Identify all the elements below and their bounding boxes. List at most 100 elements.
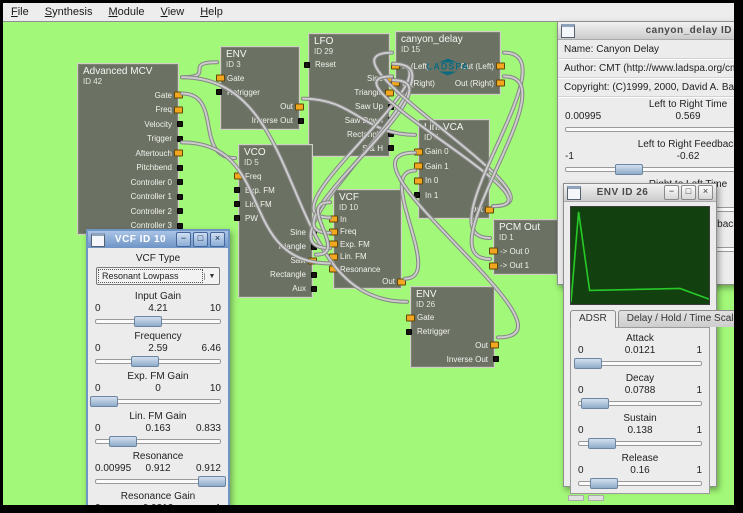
slider-track[interactable]	[578, 437, 702, 449]
slider-thumb[interactable]	[109, 436, 137, 447]
port-out[interactable]: Pitchbend	[78, 162, 178, 174]
connected-jack-icon[interactable]	[414, 177, 423, 184]
port-socket-icon[interactable]	[177, 208, 183, 214]
tab-delay-hold-time-scale[interactable]: Delay / Hold / Time Scale	[618, 310, 734, 327]
port-out[interactable]: Out (Right)	[448, 77, 500, 89]
dialog-env-26[interactable]: ENV ID 26 −□× ADSRDelay / Hold / Time Sc…	[563, 183, 717, 487]
chevron-down-icon[interactable]: ▼	[204, 273, 219, 280]
port-in[interactable]: In 1	[419, 189, 489, 201]
connected-jack-icon[interactable]	[485, 206, 494, 213]
slider-track[interactable]	[578, 477, 702, 489]
port-in[interactable]: Freq	[334, 226, 401, 238]
port-socket-icon[interactable]	[406, 329, 412, 335]
port-out[interactable]: Saw	[239, 255, 312, 267]
connected-jack-icon[interactable]	[329, 228, 338, 235]
connected-jack-icon[interactable]	[295, 103, 304, 110]
port-out[interactable]: Trigger	[78, 133, 178, 145]
port-out[interactable]: Out	[419, 204, 489, 216]
module-env26[interactable]: ENVID 26GateRetriggerOutInverse Out	[410, 286, 495, 368]
port-in[interactable]: In (Right)	[396, 77, 448, 89]
port-out[interactable]: Aftertouch	[78, 147, 178, 159]
slider-thumb[interactable]	[615, 164, 643, 175]
port-in[interactable]: PW	[239, 212, 312, 224]
port-socket-icon[interactable]	[177, 179, 183, 185]
port-in[interactable]: In	[334, 213, 401, 225]
menu-item-synthesis[interactable]: Synthesis	[37, 5, 101, 19]
port-socket-icon[interactable]	[311, 244, 317, 250]
connected-jack-icon[interactable]	[397, 278, 406, 285]
vcf-title-bar[interactable]: VCF ID 10 −□×	[88, 231, 228, 248]
port-in[interactable]: Retrigger	[411, 326, 494, 338]
port-socket-icon[interactable]	[388, 117, 394, 123]
connected-jack-icon[interactable]	[385, 89, 394, 96]
connected-jack-icon[interactable]	[496, 63, 505, 70]
port-socket-icon[interactable]	[177, 165, 183, 171]
vcf-type-combobox[interactable]: Resonant Lowpass ▼	[96, 267, 220, 285]
port-socket-icon[interactable]	[177, 223, 183, 229]
env-title-bar[interactable]: ENV ID 26 −□×	[564, 184, 716, 202]
slider-track[interactable]	[565, 163, 734, 175]
port-out[interactable]: Controller 1	[78, 191, 178, 203]
port-out[interactable]: Sine	[309, 73, 389, 85]
minimize-button[interactable]: −	[176, 232, 191, 247]
port-out[interactable]: Rectangle	[309, 128, 389, 140]
port-out[interactable]: Controller 0	[78, 176, 178, 188]
port-socket-icon[interactable]	[414, 192, 420, 198]
close-button[interactable]: ×	[210, 232, 225, 247]
module-vcf[interactable]: VCFID 10InFreqExp. FMLin. FMResonanceOut	[333, 189, 402, 289]
tab-adsr[interactable]: ADSR	[570, 310, 616, 328]
resize-grip[interactable]	[568, 495, 584, 501]
port-out[interactable]: Saw Down	[309, 114, 389, 126]
port-socket-icon[interactable]	[304, 62, 310, 68]
menu-item-module[interactable]: Module	[100, 5, 152, 19]
slider-thumb[interactable]	[134, 316, 162, 327]
minimize-button[interactable]: −	[664, 185, 679, 200]
port-out[interactable]: Inverse Out	[221, 115, 299, 127]
port-socket-icon[interactable]	[298, 118, 304, 124]
slider-track[interactable]	[95, 315, 221, 327]
port-out[interactable]: Freq	[78, 104, 178, 116]
maximize-button[interactable]: □	[681, 185, 696, 200]
menu-item-view[interactable]: View	[153, 5, 193, 19]
menu-item-help[interactable]: Help	[192, 5, 231, 19]
module-mcv[interactable]: Advanced MCVID 42GateFreqVelocityTrigger…	[77, 63, 179, 235]
port-in[interactable]: Reset	[309, 59, 389, 71]
port-out[interactable]: Triangle	[239, 241, 312, 253]
module-lfo[interactable]: LFOID 29ResetSineTriangleSaw UpSaw DownR…	[308, 33, 390, 157]
connected-jack-icon[interactable]	[329, 266, 338, 273]
module-env3[interactable]: ENVID 3GateRetriggerOutInverse Out	[220, 46, 300, 130]
connected-jack-icon[interactable]	[174, 106, 183, 113]
slider-track[interactable]	[95, 435, 221, 447]
dialog-vcf-10[interactable]: VCF ID 10 −□× VCF Type Resonant Lowpass …	[86, 229, 230, 505]
port-in[interactable]: Retrigger	[221, 86, 299, 98]
port-out[interactable]: Rectangle	[239, 269, 312, 281]
connected-jack-icon[interactable]	[490, 342, 499, 349]
connected-jack-icon[interactable]	[308, 257, 317, 264]
port-socket-icon[interactable]	[311, 286, 317, 292]
connected-jack-icon[interactable]	[329, 241, 338, 248]
close-button[interactable]: ×	[698, 185, 713, 200]
port-out[interactable]: Sine	[239, 226, 312, 238]
port-in[interactable]: Freq	[239, 170, 312, 182]
port-in[interactable]: Lin. FM	[239, 198, 312, 210]
port-in[interactable]: Resonance	[334, 263, 401, 275]
port-socket-icon[interactable]	[388, 145, 394, 151]
connected-jack-icon[interactable]	[174, 150, 183, 157]
port-out[interactable]: S & H	[309, 142, 389, 154]
port-socket-icon[interactable]	[216, 89, 222, 95]
connected-jack-icon[interactable]	[174, 92, 183, 99]
slider-thumb[interactable]	[574, 358, 602, 369]
module-pcm[interactable]: PCM OutID 1-> Out 0-> Out 1	[493, 219, 559, 275]
port-out[interactable]: Aux	[239, 283, 312, 295]
port-socket-icon[interactable]	[493, 356, 499, 362]
port-in[interactable]: Lin. FM	[334, 251, 401, 263]
port-in[interactable]: Exp. FM	[239, 184, 312, 196]
port-out[interactable]: Controller 2	[78, 205, 178, 217]
connected-jack-icon[interactable]	[329, 216, 338, 223]
connected-jack-icon[interactable]	[391, 80, 400, 87]
module-vca[interactable]: Lin. VCAID 4Gain 0Gain 1In 0In 1Out	[418, 119, 490, 219]
resize-grip[interactable]	[588, 495, 604, 501]
slider-thumb[interactable]	[590, 478, 618, 489]
slider-track[interactable]	[578, 397, 702, 409]
module-canyon[interactable]: canyon_delayID 15In (Left)Out (Left)In (…	[395, 31, 501, 95]
